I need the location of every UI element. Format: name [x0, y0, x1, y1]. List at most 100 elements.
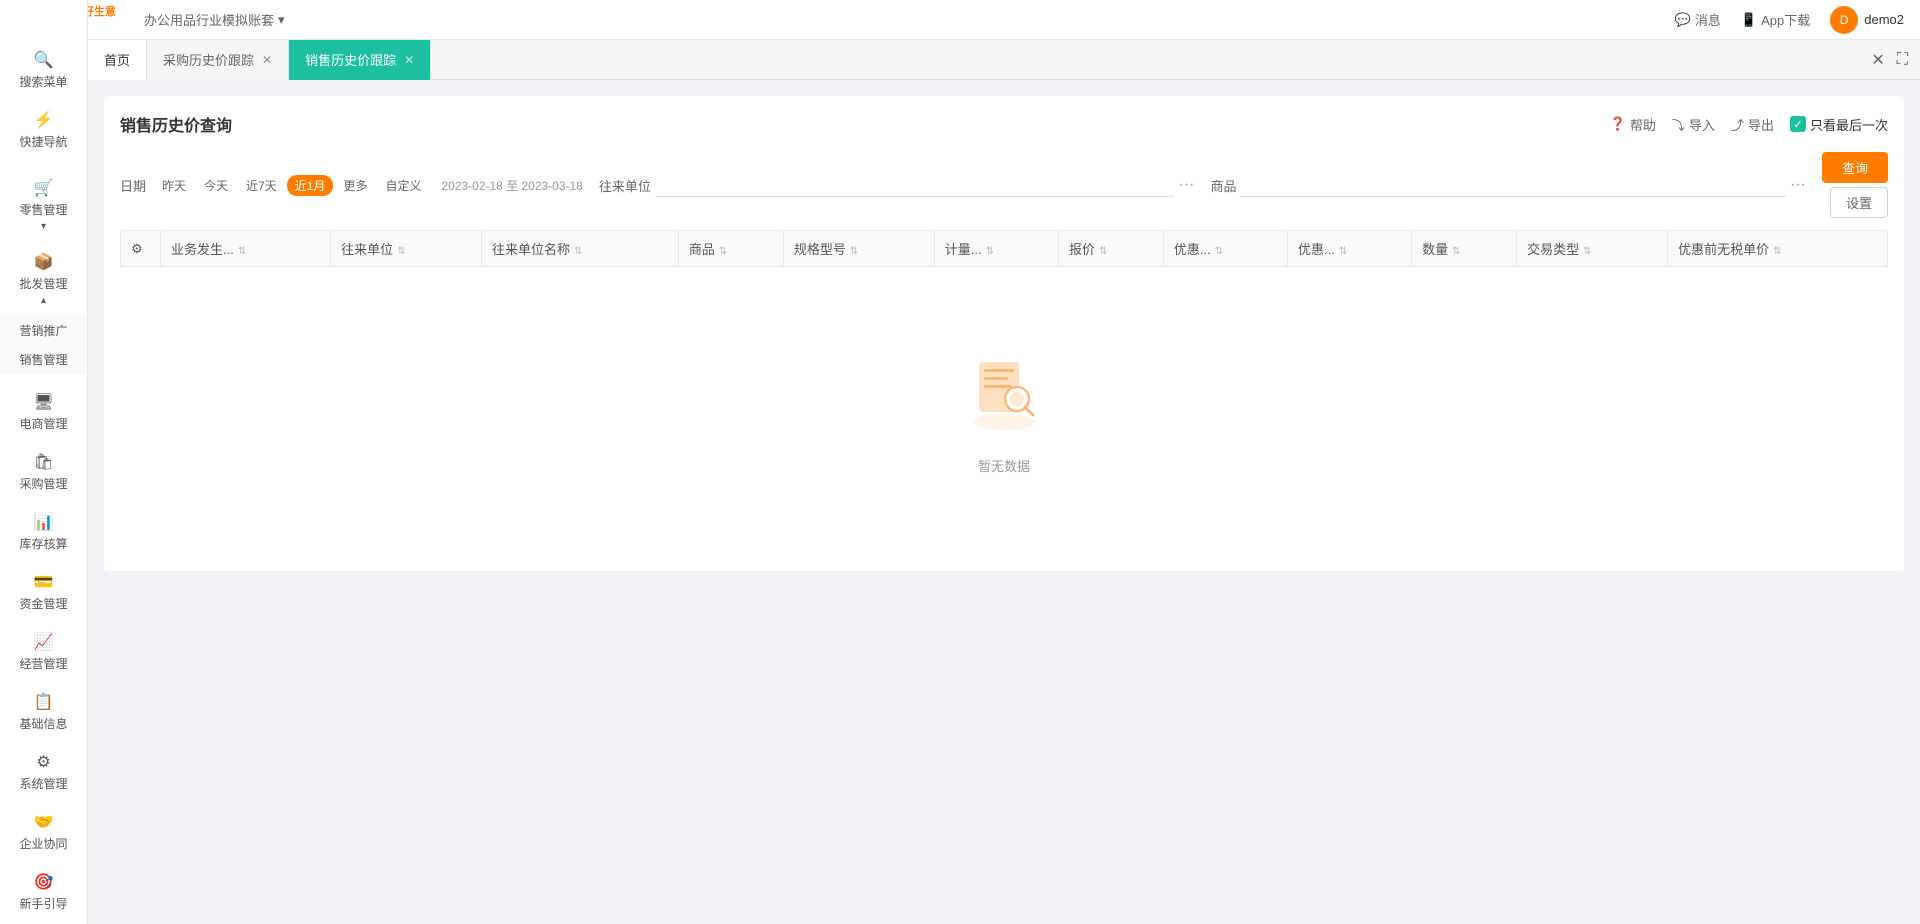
sidebar-item-label: 电商管理: [19, 415, 67, 432]
sidebar-item-system[interactable]: ⚙ 系统管理: [0, 742, 87, 802]
col-trade-type[interactable]: 交易类型⇅: [1517, 231, 1668, 267]
col-counterparty-name[interactable]: 往来单位名称⇅: [482, 231, 679, 267]
date-tab-7days[interactable]: 近7天: [238, 175, 285, 196]
date-tab-today[interactable]: 今天: [196, 175, 236, 196]
export-btn[interactable]: ⤴ 导出: [1731, 115, 1774, 134]
col-counterparty-code[interactable]: 往来单位⇅: [331, 231, 482, 267]
top-header: 好 畅捷通好生意 标准版 办公用品行业模拟账套 ▾ 💬 消息 📱 App下载 D…: [0, 0, 1920, 40]
inventory-icon: 📊: [34, 512, 54, 532]
empty-illustration: [959, 347, 1049, 440]
message-icon: 💬: [1675, 12, 1691, 28]
sidebar-sub-item-sales[interactable]: 销售管理: [0, 345, 87, 374]
tab-sales-history[interactable]: 销售历史价跟踪 ✕: [289, 40, 431, 80]
table-header-row: ⚙ 业务发生...⇅ 往来单位⇅ 往来单位名称⇅ 商品⇅ 规: [121, 231, 1888, 267]
col-price[interactable]: 报价⇅: [1058, 231, 1163, 267]
expand-icon: ▴: [41, 295, 46, 306]
expand-icon: ▾: [41, 221, 46, 232]
settings-button[interactable]: 设置: [1830, 187, 1888, 218]
search-icon: 🔍: [34, 50, 54, 70]
col-pretax-price[interactable]: 优惠前无税单价⇅: [1668, 231, 1888, 267]
col-discount1[interactable]: 优惠...⇅: [1163, 231, 1287, 267]
sidebar-item-inventory[interactable]: 📊 库存核算: [0, 502, 87, 562]
sidebar-item-label: 采购管理: [19, 475, 67, 492]
query-button[interactable]: 查询: [1822, 152, 1888, 183]
counterparty-input[interactable]: [655, 173, 1175, 197]
sort-icon: ⇅: [850, 246, 858, 257]
sidebar-item-label: 库存核算: [19, 535, 67, 552]
col-goods[interactable]: 商品⇅: [678, 231, 783, 267]
empty-text: 暂无数据: [978, 456, 1030, 475]
col-biz-date[interactable]: 业务发生...⇅: [161, 231, 331, 267]
import-btn[interactable]: ⤵ 导入: [1672, 115, 1715, 134]
help-btn[interactable]: ❓ 帮助: [1610, 115, 1656, 134]
sort-icon: ⇅: [238, 246, 246, 257]
sidebar-item-enterprise[interactable]: 🤝 企业协同: [0, 802, 87, 862]
export-icon: ⤴: [1731, 115, 1744, 134]
filter-row: 日期 昨天 今天 近7天 近1月 更多 自定义 2023-02-18 至 202…: [120, 152, 1888, 218]
sidebar-item-retail[interactable]: 🛒 零售管理 ▾: [0, 168, 87, 242]
message-btn[interactable]: 💬 消息: [1675, 10, 1721, 29]
newbie-icon: 🎯: [34, 872, 54, 892]
avatar: D: [1830, 6, 1858, 34]
main-content: 销售历史价查询 ❓ 帮助 ⤵ 导入 ⤴ 导出 ✓ 只看最后一次: [88, 80, 1920, 924]
user-area[interactable]: D demo2: [1830, 6, 1904, 34]
chevron-down-icon: ▾: [278, 12, 285, 28]
sidebar-item-newbie[interactable]: 🎯 新手引导: [0, 862, 87, 922]
goods-input[interactable]: [1240, 173, 1786, 197]
sidebar-item-quick-nav[interactable]: ⚡ 快捷导航: [0, 100, 87, 160]
col-spec[interactable]: 规格型号⇅: [783, 231, 934, 267]
goods-filter-label: 商品: [1210, 176, 1236, 195]
app-download-btn[interactable]: 📱 App下载: [1741, 10, 1810, 29]
sidebar-item-finance[interactable]: 💳 资金管理: [0, 562, 87, 622]
sidebar-item-basic[interactable]: 📋 基础信息: [0, 682, 87, 742]
finance-icon: 💳: [34, 572, 54, 592]
sidebar-item-label: 资金管理: [19, 595, 67, 612]
retail-icon: 🛒: [34, 178, 54, 198]
sort-icon: ⇅: [1215, 246, 1223, 257]
tab-close-sales[interactable]: ✕: [404, 53, 414, 67]
col-quantity[interactable]: 数量⇅: [1412, 231, 1517, 267]
date-tab-1month[interactable]: 近1月: [287, 175, 334, 196]
sort-icon: ⇅: [397, 246, 405, 257]
col-discount2[interactable]: 优惠...⇅: [1288, 231, 1412, 267]
sidebar-item-label: 企业协同: [19, 835, 67, 852]
empty-state: 暂无数据: [120, 267, 1888, 555]
company-dropdown[interactable]: 办公用品行业模拟账套 ▾: [144, 10, 285, 29]
date-tabs: 昨天 今天 近7天 近1月 更多 自定义: [154, 175, 429, 196]
sidebar-item-purchase[interactable]: 🛍 采购管理: [0, 442, 87, 502]
sort-icon: ⇅: [1773, 246, 1781, 257]
sidebar-item-wholesale[interactable]: 📦 批发管理 ▴: [0, 242, 87, 316]
sort-icon: ⇅: [1099, 246, 1107, 257]
sidebar-item-label: 批发管理: [19, 275, 67, 292]
goods-dots-btn[interactable]: ···: [1790, 176, 1806, 194]
data-table: ⚙ 业务发生...⇅ 往来单位⇅ 往来单位名称⇅ 商品⇅ 规: [120, 230, 1888, 267]
sidebar-item-label: 经营管理: [19, 655, 67, 672]
col-unit[interactable]: 计量...⇅: [934, 231, 1058, 267]
tab-close-purchase[interactable]: ✕: [262, 53, 272, 67]
import-icon: ⤵: [1672, 115, 1685, 134]
sort-icon: ⇅: [719, 246, 727, 257]
goods-filter-group: 商品 ···: [1210, 173, 1806, 197]
date-filter-label: 日期: [120, 176, 146, 195]
date-tab-yesterday[interactable]: 昨天: [154, 175, 194, 196]
only-last-checkbox[interactable]: ✓ 只看最后一次: [1790, 115, 1888, 134]
date-tab-more[interactable]: 更多: [335, 175, 375, 196]
sidebar-item-operations[interactable]: 📈 经营管理: [0, 622, 87, 682]
settings-icon[interactable]: ⚙: [131, 241, 143, 256]
tab-purchase-history[interactable]: 采购历史价跟踪 ✕: [147, 40, 289, 80]
query-settings-group: 查询 设置: [1822, 152, 1888, 218]
sidebar-sub-item-marketing[interactable]: 营销推广: [0, 316, 87, 345]
sidebar: 🔍 搜索菜单 ⚡ 快捷导航 🛒 零售管理 ▾ 📦 批发管理 ▴ 营销推广 销售管…: [0, 0, 88, 924]
tab-close-all-icon[interactable]: ✕: [1871, 50, 1884, 70]
sidebar-item-search[interactable]: 🔍 搜索菜单: [0, 40, 87, 100]
sidebar-item-ecommerce[interactable]: 🖥 电商管理: [0, 382, 87, 442]
enterprise-icon: 🤝: [34, 812, 54, 832]
sidebar-item-label: 搜索菜单: [19, 73, 67, 90]
tab-home[interactable]: 首页: [88, 40, 147, 80]
tab-fullscreen-icon[interactable]: ⛶: [1897, 51, 1908, 69]
date-filter-group: 日期 昨天 今天 近7天 近1月 更多 自定义 2023-02-18 至 202…: [120, 175, 583, 196]
date-tab-custom[interactable]: 自定义: [377, 175, 429, 196]
counterparty-dots-btn[interactable]: ···: [1178, 176, 1194, 194]
date-range-text: 2023-02-18 至 2023-03-18: [441, 177, 582, 194]
checkbox-icon: ✓: [1790, 116, 1806, 132]
